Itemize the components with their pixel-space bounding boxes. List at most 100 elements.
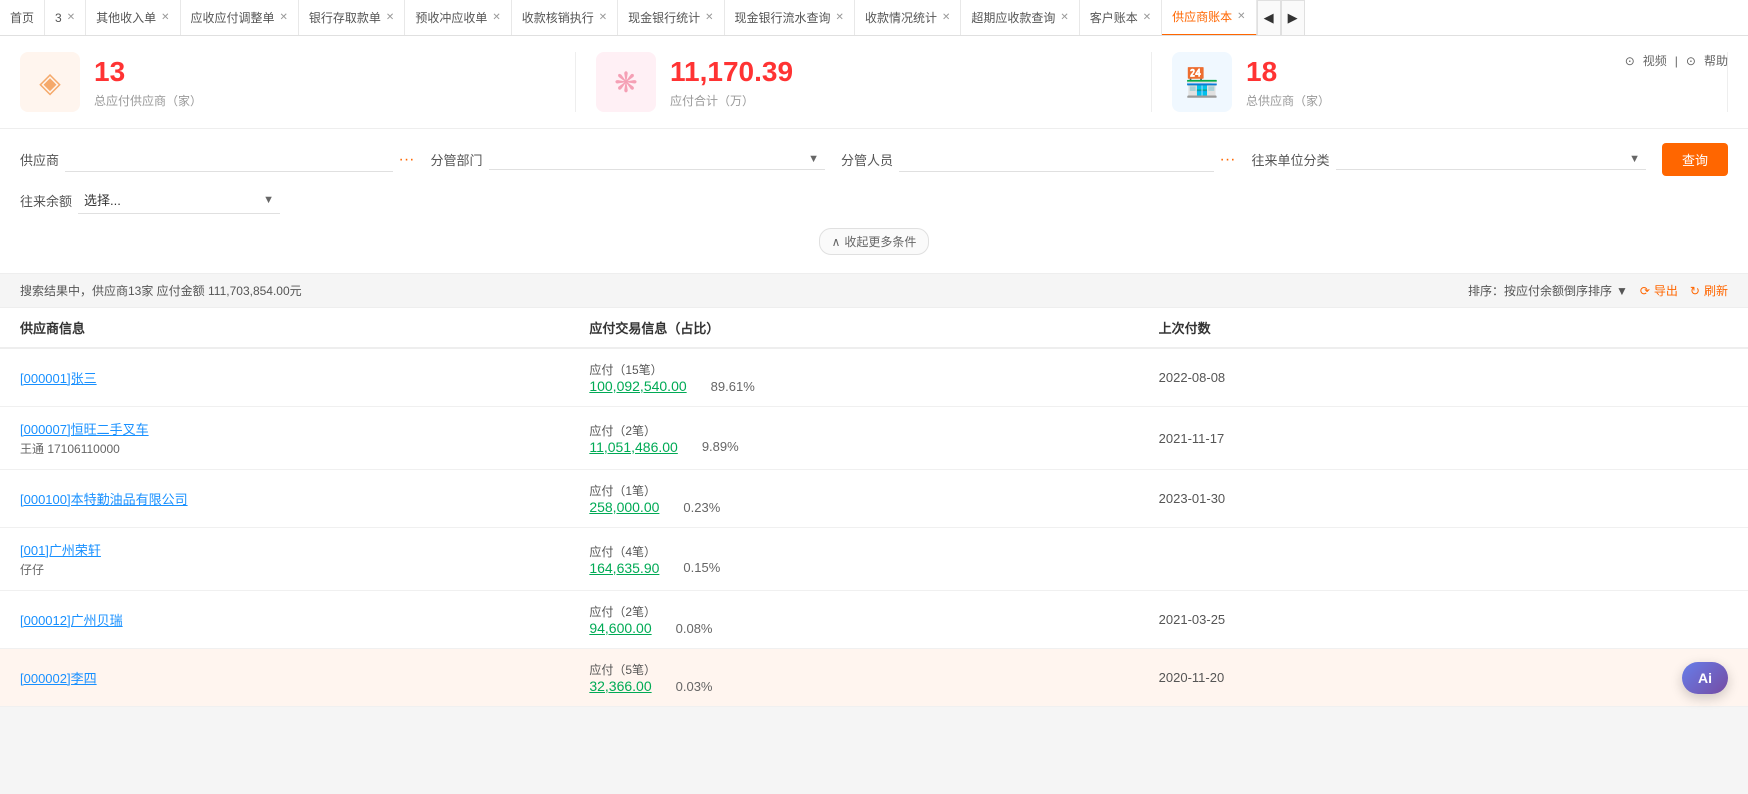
nav-tab-cash-bank-flow[interactable]: 现金银行流水查询 ✕ xyxy=(725,0,855,36)
supplier-filter-input[interactable] xyxy=(65,148,393,172)
last-payment-date: 2020-11-20 xyxy=(1159,670,1225,685)
filter-dept: 分管部门 ▼ xyxy=(431,149,826,170)
supplier-info-cell: [000002]李四 xyxy=(20,668,589,687)
amount-value[interactable]: 258,000.00 xyxy=(589,499,659,515)
nav-tab-collection[interactable]: 收款核销执行 ✕ xyxy=(512,0,618,36)
nav-tab-advance[interactable]: 预收冲应收单 ✕ xyxy=(405,0,511,36)
payable-total-label: 应付合计（万） xyxy=(670,92,793,109)
nav-tab-supplier-account[interactable]: 供应商账本 ✕ xyxy=(1162,0,1256,36)
top-right-links: ⊙ 视频 | ⊙ 帮助 xyxy=(1625,52,1728,69)
amount-value[interactable]: 32,366.00 xyxy=(589,678,651,694)
refresh-button[interactable]: ↻ 刷新 xyxy=(1690,282,1728,299)
last-payment-cell: 2021-11-17 xyxy=(1159,431,1728,446)
amount-value[interactable]: 94,600.00 xyxy=(589,620,651,636)
amount-label: 应付（1笔） xyxy=(589,482,1158,499)
close-icon[interactable]: ✕ xyxy=(67,12,75,23)
sort-label: 排序：按应付余额倒序排序 xyxy=(1468,282,1612,299)
balance-filter-select[interactable]: 选择... ▼ xyxy=(78,186,280,214)
sort-dropdown-icon: ▼ xyxy=(1616,284,1628,298)
supplier-link[interactable]: [000002]李四 xyxy=(20,671,97,686)
supplier-sub-info: 仔仔 xyxy=(20,561,589,578)
supplier-link[interactable]: [001]广州荣轩 xyxy=(20,543,101,558)
category-filter-select[interactable]: ▼ xyxy=(1336,149,1646,170)
supplier-info-cell: [000012]广州贝瑞 xyxy=(20,610,589,629)
close-icon[interactable]: ✕ xyxy=(1237,11,1245,22)
result-actions: 排序：按应付余额倒序排序 ▼ ⟳ 导出 ↻ 刷新 xyxy=(1468,282,1728,299)
category-filter-label: 往来单位分类 xyxy=(1252,150,1330,169)
payable-supplier-label: 总应付供应商（家） xyxy=(94,92,202,109)
last-payment-cell: 2022-08-08 xyxy=(1159,370,1728,385)
col-header-supplier: 供应商信息 xyxy=(20,318,589,337)
supplier-payable-icon: ◈ xyxy=(20,52,80,112)
close-icon[interactable]: ✕ xyxy=(942,12,950,23)
top-navigation: 首页 3 ✕ 其他收入单 ✕ 应收应付调整单 ✕ 银行存取款单 ✕ 预收冲应收单… xyxy=(0,0,1748,36)
close-icon[interactable]: ✕ xyxy=(836,12,844,23)
nav-tab-3[interactable]: 3 ✕ xyxy=(45,0,86,36)
export-icon: ⟳ xyxy=(1640,284,1650,298)
close-icon[interactable]: ✕ xyxy=(599,12,607,23)
percentage: 0.23% xyxy=(683,500,720,515)
percentage: 89.61% xyxy=(711,379,755,394)
category-dropdown-arrow: ▼ xyxy=(1629,153,1640,165)
search-button[interactable]: 查询 xyxy=(1662,143,1728,176)
transaction-info-cell: 应付（15笔） 100,092,540.00 89.61% xyxy=(589,361,1158,394)
nav-tab-customer-account[interactable]: 客户账本 ✕ xyxy=(1080,0,1162,36)
help-link[interactable]: 帮助 xyxy=(1704,52,1728,69)
percentage: 9.89% xyxy=(702,439,739,454)
transaction-info-cell: 应付（1笔） 258,000.00 0.23% xyxy=(589,482,1158,515)
ai-button[interactable]: Ai xyxy=(1682,662,1728,694)
amount-label: 应付（5笔） xyxy=(589,661,1158,678)
close-icon[interactable]: ✕ xyxy=(161,12,169,23)
table-body: [000001]张三 应付（15笔） 100,092,540.00 89.61%… xyxy=(0,349,1748,707)
nav-tab-other-income[interactable]: 其他收入单 ✕ xyxy=(86,0,180,36)
table-row: [000001]张三 应付（15笔） 100,092,540.00 89.61%… xyxy=(0,349,1748,407)
person-filter-input[interactable] xyxy=(899,148,1214,172)
supplier-link[interactable]: [000012]广州贝瑞 xyxy=(20,613,123,628)
nav-tab-home[interactable]: 首页 xyxy=(0,0,45,36)
sort-select[interactable]: 排序：按应付余额倒序排序 ▼ xyxy=(1468,282,1628,299)
refresh-label: 刷新 xyxy=(1704,282,1728,299)
dept-filter-label: 分管部门 xyxy=(431,150,483,169)
balance-dropdown-arrow: ▼ xyxy=(263,194,274,206)
supplier-info-cell: [000007]恒旺二手叉车 王通 17106110000 xyxy=(20,419,589,457)
amount-value[interactable]: 100,092,540.00 xyxy=(589,378,686,394)
nav-tab-overdue[interactable]: 超期应收款查询 ✕ xyxy=(961,0,1079,36)
nav-tab-cash-bank-stat[interactable]: 现金银行统计 ✕ xyxy=(618,0,724,36)
close-icon[interactable]: ✕ xyxy=(705,12,713,23)
collapse-button[interactable]: ∧ 收起更多条件 xyxy=(819,228,930,255)
nav-tab-bank-deposit[interactable]: 银行存取款单 ✕ xyxy=(299,0,405,36)
nav-tab-collection-stat[interactable]: 收款情况统计 ✕ xyxy=(855,0,961,36)
balance-selected-value: 选择... xyxy=(84,190,121,209)
supplier-link[interactable]: [000001]张三 xyxy=(20,371,97,386)
nav-prev-arrow[interactable]: ◀ xyxy=(1257,0,1281,36)
result-summary-text: 搜索结果中，供应商13家 应付金额 111,703,854.00元 xyxy=(20,282,302,299)
amount-value[interactable]: 164,635.90 xyxy=(589,560,659,576)
close-icon[interactable]: ✕ xyxy=(280,12,288,23)
close-icon[interactable]: ✕ xyxy=(386,12,394,23)
close-icon[interactable]: ✕ xyxy=(1143,12,1151,23)
last-payment-date: 2021-03-25 xyxy=(1159,612,1226,627)
card-info-total: 11,170.39 应付合计（万） xyxy=(670,55,793,110)
total-supplier-icon: 🏪 xyxy=(1172,52,1232,112)
percentage: 0.15% xyxy=(683,560,720,575)
supplier-filter-label: 供应商 xyxy=(20,150,59,169)
filter-balance: 往来余额 选择... ▼ xyxy=(20,186,280,214)
video-link[interactable]: 视频 xyxy=(1643,52,1667,69)
export-button[interactable]: ⟳ 导出 xyxy=(1640,282,1678,299)
supplier-dots-button[interactable]: ··· xyxy=(399,151,415,169)
close-icon[interactable]: ✕ xyxy=(1060,12,1068,23)
col-header-last-payment: 上次付数 xyxy=(1159,318,1728,337)
total-supplier-count: 18 xyxy=(1246,55,1330,89)
nav-tab-adjustment[interactable]: 应收应付调整单 ✕ xyxy=(181,0,299,36)
dept-filter-select[interactable]: ▼ xyxy=(489,149,825,170)
transaction-info-cell: 应付（5笔） 32,366.00 0.03% xyxy=(589,661,1158,694)
person-dots-button[interactable]: ··· xyxy=(1220,151,1236,169)
table-header: 供应商信息 应付交易信息（占比） 上次付数 xyxy=(0,308,1748,349)
supplier-link[interactable]: [000100]本特勤油品有限公司 xyxy=(20,492,188,507)
nav-next-arrow[interactable]: ▶ xyxy=(1281,0,1305,36)
supplier-info-cell: [000001]张三 xyxy=(20,368,589,387)
amount-value[interactable]: 11,051,486.00 xyxy=(589,439,678,455)
supplier-link[interactable]: [000007]恒旺二手叉车 xyxy=(20,422,149,437)
table-row: [001]广州荣轩 仔仔 应付（4笔） 164,635.90 0.15% xyxy=(0,528,1748,591)
close-icon[interactable]: ✕ xyxy=(492,12,500,23)
